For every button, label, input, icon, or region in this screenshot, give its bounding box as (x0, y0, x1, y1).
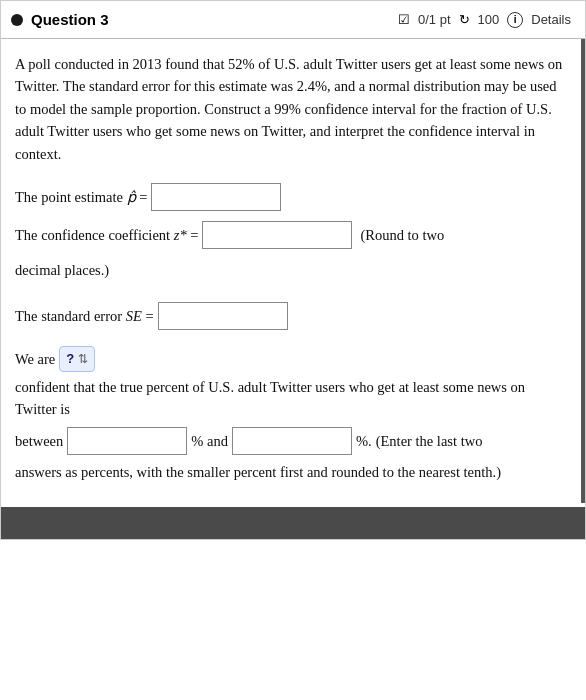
question-right: ☑ 0/1 pt ↻ 100 i Details (398, 12, 571, 28)
we-are-label: We are (15, 348, 55, 370)
between-label: between (15, 430, 63, 452)
point-estimate-input[interactable] (151, 183, 281, 211)
se-row: The standard error SE = (15, 302, 567, 330)
se-input[interactable] (158, 302, 288, 330)
decimal-note: decimal places.) (15, 259, 109, 281)
point-estimate-label: The point estimate p̂ = (15, 186, 147, 208)
history-icon[interactable]: ↻ (459, 12, 470, 27)
page-container: Question 3 ☑ 0/1 pt ↻ 100 i Details A po… (0, 0, 586, 540)
confidence-coeff-input[interactable] (202, 221, 352, 249)
percent-and-label: % and (191, 430, 228, 452)
percent-sign-2: %. (356, 430, 372, 452)
point-estimate-row: The point estimate p̂ = (15, 183, 567, 211)
confident-text: confident that the true percent of U.S. … (15, 376, 567, 421)
answers-note: answers as percents, with the smaller pe… (15, 461, 567, 483)
score-badge: 0/1 pt (418, 12, 451, 27)
question-text: A poll conducted in 2013 found that 52% … (15, 53, 567, 165)
badge-icon: ⇅ (78, 350, 88, 369)
upper-bound-input[interactable] (232, 427, 352, 455)
info-icon[interactable]: i (507, 12, 523, 28)
question-body: A poll conducted in 2013 found that 52% … (1, 39, 585, 503)
question-header: Question 3 ☑ 0/1 pt ↻ 100 i Details (1, 1, 585, 39)
round-note: (Round to two (360, 224, 444, 246)
question-title: Question 3 (31, 11, 109, 28)
details-link[interactable]: Details (531, 12, 571, 27)
confidence-coeff-label: The confidence coefficient z* = (15, 224, 198, 246)
z-star-symbol: z* (174, 227, 187, 243)
attempts-label: 100 (478, 12, 500, 27)
decimal-note-row: decimal places.) (15, 259, 567, 291)
confidence-coeff-row: The confidence coefficient z* = (Round t… (15, 221, 567, 249)
question-left: Question 3 (11, 11, 109, 28)
percent-badge[interactable]: ? ⇅ (59, 346, 95, 372)
se-symbol: SE (126, 308, 142, 324)
badge-text: ? (66, 349, 74, 369)
se-label: The standard error SE = (15, 305, 154, 327)
enter-note: (Enter the last two (376, 430, 483, 452)
p-hat-symbol: p̂ (127, 189, 136, 205)
we-are-row: We are ? ⇅ confident that the true perce… (15, 346, 567, 421)
between-row: between % and %. (Enter the last two (15, 427, 567, 455)
bottom-bar (1, 507, 585, 539)
question-dot (11, 14, 23, 26)
check-icon: ☑ (398, 12, 410, 27)
lower-bound-input[interactable] (67, 427, 187, 455)
